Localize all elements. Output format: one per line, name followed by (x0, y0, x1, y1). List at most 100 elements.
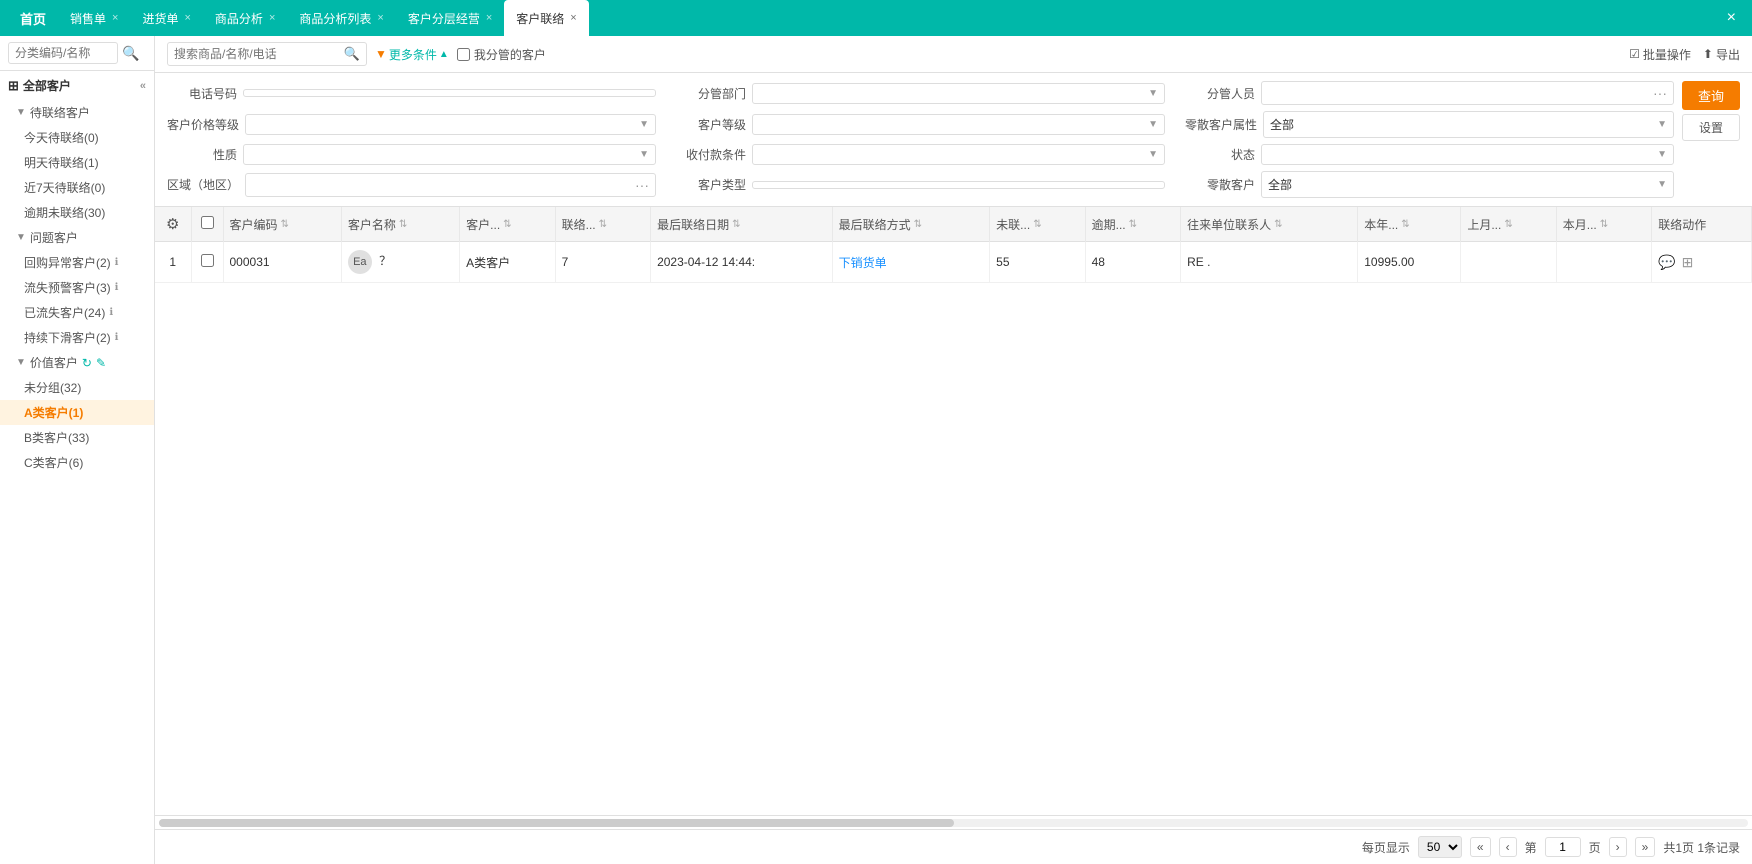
sidebar-item-overdue-pending[interactable]: 逾期未联络(30) (0, 200, 154, 225)
sidebar-item-churn-warning[interactable]: 流失预警客户(3) ℹ (0, 275, 154, 300)
nav-tab-customer-contact[interactable]: 客户联络 × (504, 0, 588, 36)
filter-retail-attr-select[interactable]: 全部 ▼ (1263, 111, 1674, 138)
filter-customer-type-input[interactable] (752, 181, 1165, 189)
sort-last-month-icon[interactable]: ⇅ (1504, 219, 1512, 230)
close-goods-analysis-list-tab[interactable]: × (377, 12, 383, 24)
sidebar-item-declining[interactable]: 持续下滑客户(2) ℹ (0, 325, 154, 350)
search-input[interactable] (174, 47, 344, 61)
th-this-month[interactable]: 本月... ⇅ (1556, 207, 1651, 242)
close-goods-analysis-tab[interactable]: × (269, 12, 275, 24)
th-code[interactable]: 客户编码 ⇅ (223, 207, 341, 242)
query-button[interactable]: 查询 (1682, 81, 1740, 110)
sort-method-icon[interactable]: ⇅ (914, 219, 922, 230)
sort-this-month-icon[interactable]: ⇅ (1600, 219, 1608, 230)
sidebar-all-customers[interactable]: ⊞ 全部客户 « (0, 71, 154, 100)
nav-tab-purchase[interactable]: 进货单 × (130, 0, 202, 36)
sidebar-item-ungrouped[interactable]: 未分组(32) (0, 375, 154, 400)
sidebar-group-value[interactable]: ▼ 价值客户 ↻ ✎ (0, 350, 154, 375)
nav-tab-customer-layer[interactable]: 客户分层经营 × (396, 0, 504, 36)
sidebar-search-input[interactable] (8, 42, 118, 64)
nav-tab-goods-analysis-list[interactable]: 商品分析列表 × (287, 0, 395, 36)
nav-tab-sales[interactable]: 销售单 × (58, 0, 130, 36)
filter-nature-select[interactable]: ▼ (243, 144, 656, 165)
sort-type-icon[interactable]: ⇅ (503, 219, 511, 230)
th-this-year[interactable]: 本年... ⇅ (1358, 207, 1461, 242)
scrollbar-thumb[interactable] (159, 819, 954, 827)
nav-tab-home[interactable]: 首页 (8, 0, 58, 36)
sort-code-icon[interactable]: ⇅ (281, 219, 289, 230)
page-size-select[interactable]: 50 (1418, 836, 1462, 858)
sidebar-search-icon[interactable]: 🔍 (122, 45, 139, 62)
filter-more-btn[interactable]: ▼ 更多条件 ▲ (375, 46, 449, 63)
manager-dots[interactable]: ··· (1653, 85, 1667, 101)
close-sales-tab[interactable]: × (112, 12, 118, 24)
window-close-button[interactable]: × (1719, 9, 1744, 27)
sidebar-item-class-b[interactable]: B类客户(33) (0, 425, 154, 450)
close-customer-layer-tab[interactable]: × (486, 12, 492, 24)
table-settings-icon[interactable]: ⚙ (166, 216, 179, 233)
sort-unit-contact-icon[interactable]: ⇅ (1274, 219, 1282, 230)
th-contact-count[interactable]: 联络... ⇅ (555, 207, 650, 242)
filter-dept-select[interactable]: ▼ (752, 83, 1165, 104)
filter-price-grade-select[interactable]: ▼ (245, 114, 656, 135)
sort-this-year-icon[interactable]: ⇅ (1401, 219, 1409, 230)
sidebar-collapse-btn[interactable]: « (140, 80, 146, 92)
prev-page-btn[interactable]: ‹ (1499, 837, 1517, 857)
th-last-contact-date[interactable]: 最后联络日期 ⇅ (651, 207, 833, 242)
select-all-checkbox[interactable] (201, 216, 214, 229)
th-customer-type[interactable]: 客户... ⇅ (460, 207, 555, 242)
sort-name-icon[interactable]: ⇅ (399, 219, 407, 230)
filter-region-input[interactable]: ··· (245, 173, 656, 197)
sort-date-icon[interactable]: ⇅ (732, 219, 740, 230)
filter-retail-select[interactable]: 全部 ▼ (1261, 171, 1674, 198)
batch-op-button[interactable]: ☑ 批量操作 (1629, 46, 1691, 63)
first-page-btn[interactable]: « (1470, 837, 1491, 857)
filter-customer-grade-select[interactable]: ▼ (752, 114, 1165, 135)
filter-payment-select[interactable]: ▼ (752, 144, 1165, 165)
filter-status-select[interactable]: ▼ (1261, 144, 1674, 165)
sort-overdue-icon[interactable]: ⇅ (1129, 219, 1137, 230)
close-customer-contact-tab[interactable]: × (570, 12, 576, 24)
sidebar-item-tomorrow-pending[interactable]: 明天待联络(1) (0, 150, 154, 175)
row-checkbox[interactable] (201, 254, 214, 267)
td-last-contact-method[interactable]: 下销货单 (832, 242, 990, 283)
sidebar-item-7day-pending[interactable]: 近7天待联络(0) (0, 175, 154, 200)
settings-button[interactable]: 设置 (1682, 114, 1740, 141)
sidebar-group-pending[interactable]: ▼ 待联络客户 (0, 100, 154, 125)
filter-manager-input[interactable]: ··· (1261, 81, 1674, 105)
last-page-btn[interactable]: » (1635, 837, 1656, 857)
value-edit-icon[interactable]: ✎ (96, 356, 106, 370)
message-action-icon[interactable]: 💬 (1658, 254, 1675, 271)
th-checkbox[interactable] (191, 207, 223, 242)
td-checkbox[interactable] (191, 242, 223, 283)
th-settings[interactable]: ⚙ (155, 207, 191, 242)
grid-action-icon[interactable]: ⊞ (1682, 254, 1694, 271)
sidebar-item-churned[interactable]: 已流失客户(24) ℹ (0, 300, 154, 325)
next-page-btn[interactable]: › (1609, 837, 1627, 857)
th-unit-contact[interactable]: 往来单位联系人 ⇅ (1181, 207, 1358, 242)
th-no-contact-days[interactable]: 未联... ⇅ (990, 207, 1085, 242)
th-last-contact-method[interactable]: 最后联络方式 ⇅ (832, 207, 990, 242)
sidebar-item-class-c[interactable]: C类客户(6) (0, 450, 154, 475)
last-contact-method-link[interactable]: 下销货单 (839, 256, 887, 270)
page-input[interactable] (1545, 837, 1581, 857)
close-purchase-tab[interactable]: × (184, 12, 190, 24)
sidebar-item-today-pending[interactable]: 今天待联络(0) (0, 125, 154, 150)
region-dots[interactable]: ··· (635, 177, 649, 193)
bottom-scrollbar[interactable] (155, 815, 1752, 829)
sort-contact-icon[interactable]: ⇅ (599, 219, 607, 230)
my-customer-checkbox-wrap[interactable]: 我分管的客户 (457, 46, 546, 63)
toolbar-search-icon[interactable]: 🔍 (344, 46, 360, 62)
nav-tab-goods-analysis[interactable]: 商品分析 × (203, 0, 287, 36)
filter-phone-input[interactable] (243, 89, 656, 97)
sidebar-item-repurchase-abnormal[interactable]: 回购异常客户(2) ℹ (0, 250, 154, 275)
sidebar-group-problem[interactable]: ▼ 问题客户 (0, 225, 154, 250)
th-name[interactable]: 客户名称 ⇅ (341, 207, 459, 242)
my-customer-checkbox[interactable] (457, 48, 470, 61)
sort-no-contact-icon[interactable]: ⇅ (1033, 219, 1041, 230)
export-button[interactable]: ⬆ 导出 (1703, 46, 1740, 63)
sidebar-item-class-a[interactable]: A类客户(1) (0, 400, 154, 425)
th-last-month[interactable]: 上月... ⇅ (1461, 207, 1556, 242)
value-refresh-icon[interactable]: ↻ (82, 356, 92, 370)
th-overdue[interactable]: 逾期... ⇅ (1085, 207, 1180, 242)
